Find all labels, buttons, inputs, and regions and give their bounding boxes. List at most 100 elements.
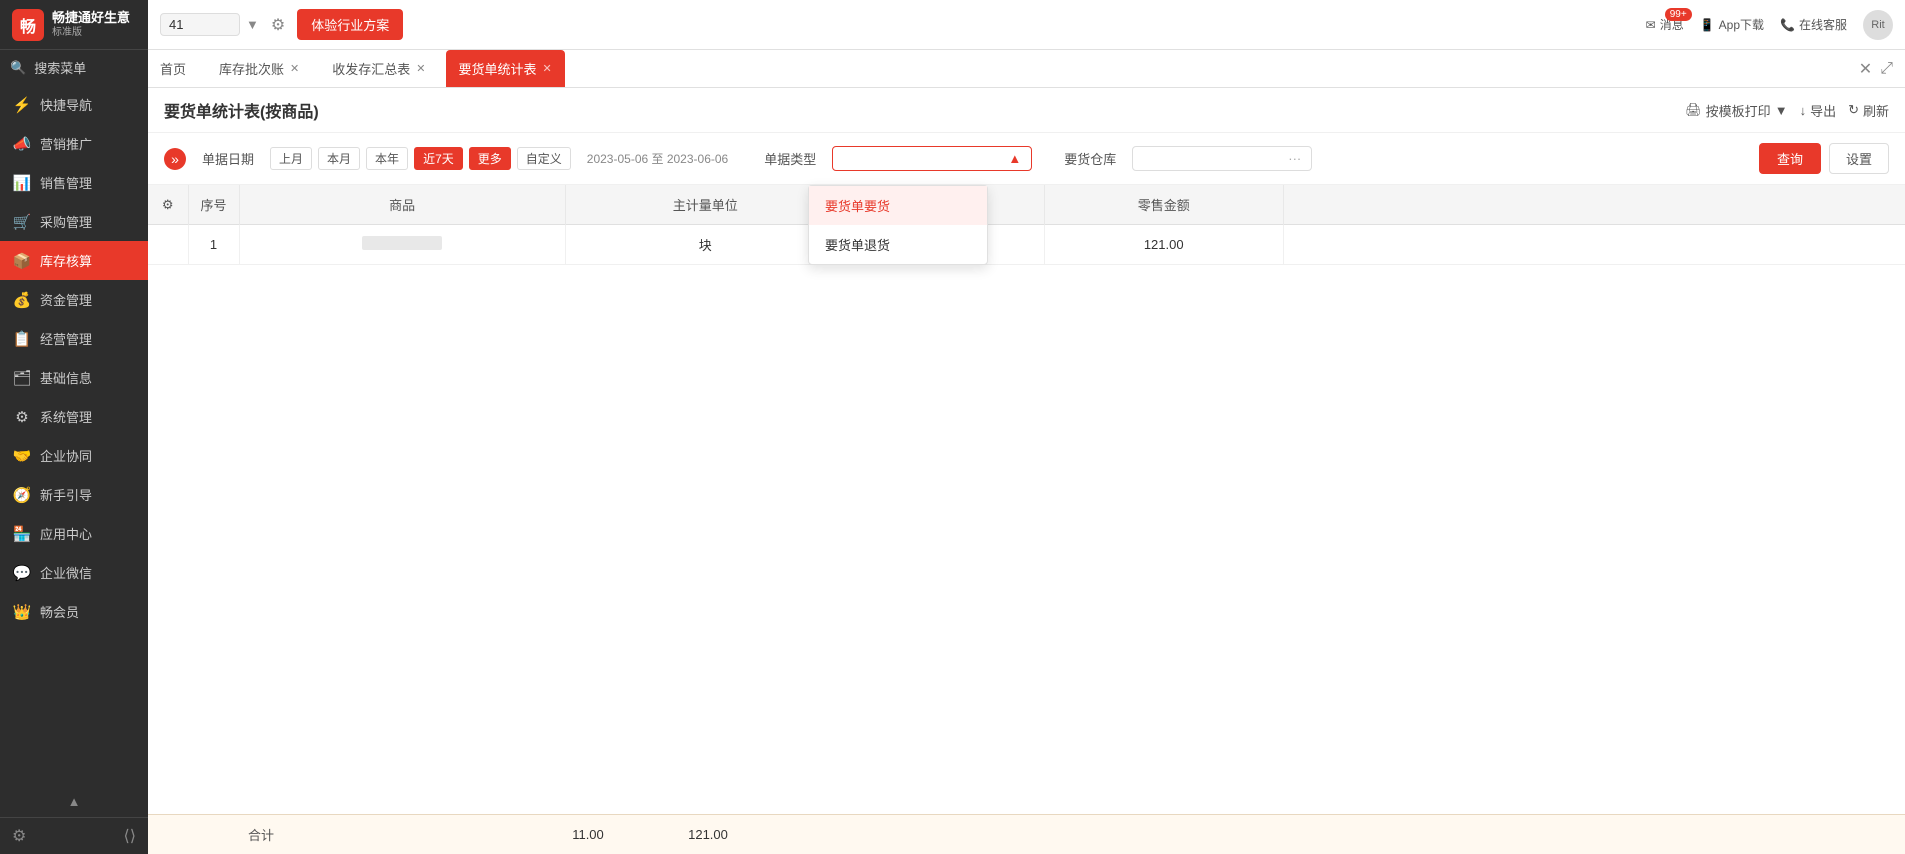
row-extra [1283, 225, 1905, 265]
app-logo: 畅 畅捷通好生意 标准版 [0, 0, 148, 50]
maximize-icon[interactable]: ⤢ [1880, 60, 1893, 78]
tab-input-area: 41 ▼ [160, 13, 259, 36]
tab-close-receive-summary[interactable]: ✕ [416, 62, 425, 75]
sidebar-item-wechat[interactable]: 💬 企业微信 [0, 553, 148, 592]
nav-icon-sales: 📊 [12, 174, 32, 192]
sidebar-item-operation[interactable]: 📋 经营管理 [0, 319, 148, 358]
tab-home[interactable]: 首页 [160, 50, 199, 87]
sidebar-item-shortcut[interactable]: ⚡ 快捷导航 [0, 85, 148, 124]
sidebar-item-member[interactable]: 👑 畅会员 [0, 592, 148, 631]
export-icon: ↓ [1800, 103, 1807, 118]
row-unit: 块 [565, 225, 845, 265]
nav-icon-operation: 📋 [12, 330, 32, 348]
table-footer: 合计 11.00 121.00 [148, 814, 1905, 854]
query-button[interactable]: 查询 [1759, 143, 1821, 174]
main-area: 41 ▼ ⚙ 体验行业方案 ✉ 消息 99+ 📱 App下载 📞 在线客服 Ri… [148, 0, 1905, 854]
sidebar-item-purchase[interactable]: 🛒 采购管理 [0, 202, 148, 241]
logo-icon: 畅 [12, 9, 44, 41]
refresh-btn[interactable]: ↻ 刷新 [1848, 101, 1889, 120]
col-no: 序号 [188, 185, 239, 225]
header-right: ✉ 消息 99+ 📱 App下载 📞 在线客服 Rit [1646, 10, 1893, 40]
page-content: 要货单统计表(按商品) 🖨 按模板打印 ▼ ↓ 导出 ↻ 刷新 [148, 88, 1905, 854]
table-header-row: ⚙ 序号 商品 主计量单位 主数量 零售金额 [148, 185, 1905, 225]
date-btn-this-year[interactable]: 本年 [366, 147, 408, 170]
col-gear[interactable]: ⚙ [148, 185, 188, 225]
tab-close-inventory-batch[interactable]: ✕ [290, 62, 299, 75]
dropdown-item-order[interactable]: 要货单要货 [809, 186, 987, 225]
online-service-btn[interactable]: 📞 在线客服 [1780, 16, 1847, 33]
product-placeholder [362, 236, 442, 250]
minimize-icon[interactable]: ✕ [1859, 59, 1872, 79]
filter-area: » 单据日期 上月 本月 本年 近7天 更多 自定义 2023-05-06 至 … [148, 133, 1905, 185]
tab-dropdown-icon[interactable]: ▼ [246, 17, 259, 32]
sidebar-item-basic[interactable]: 🗂 基础信息 [0, 358, 148, 397]
page-title: 要货单统计表(按商品) [164, 98, 319, 122]
table-body: 1 块 11.00 121.00 [148, 225, 1905, 265]
export-btn[interactable]: ↓ 导出 [1800, 101, 1837, 120]
date-range-display: 2023-05-06 至 2023-06-06 [587, 150, 728, 167]
row-amount: 121.00 [1044, 225, 1283, 265]
refresh-icon: ↻ [1848, 102, 1859, 118]
nav-icon-member: 👑 [12, 603, 32, 621]
col-amount: 零售金额 [1044, 185, 1283, 225]
type-select-arrow-icon: ▲ [1008, 151, 1021, 166]
date-btn-more[interactable]: 更多 [469, 147, 511, 170]
col-extra [1283, 185, 1905, 225]
nav-icon-finance: 💰 [12, 291, 32, 309]
trial-button[interactable]: 体验行业方案 [297, 9, 403, 40]
sidebar-item-system[interactable]: ⚙ 系统管理 [0, 397, 148, 436]
print-icon: 🖨 [1685, 102, 1702, 118]
date-btn-this-month[interactable]: 本月 [318, 147, 360, 170]
page-header: 要货单统计表(按商品) 🖨 按模板打印 ▼ ↓ 导出 ↻ 刷新 [148, 88, 1905, 133]
tab-order-stats[interactable]: 要货单统计表 ✕ [446, 50, 564, 87]
sidebar-item-sales[interactable]: 📊 销售管理 [0, 163, 148, 202]
sidebar-item-inventory[interactable]: 📦 库存核算 [0, 241, 148, 280]
filter-toggle-btn[interactable]: » [164, 148, 186, 170]
logo-text: 畅捷通好生意 标准版 [52, 10, 130, 40]
tab-inventory-batch[interactable]: 库存批次账 ✕ [207, 50, 312, 87]
date-btn-custom[interactable]: 自定义 [517, 147, 571, 170]
date-btn-recent7[interactable]: 近7天 [414, 147, 463, 170]
sidebar-item-finance[interactable]: 💰 资金管理 [0, 280, 148, 319]
sidebar-collapse-btn[interactable]: ▲ [0, 786, 148, 817]
row-product [239, 225, 565, 265]
date-btn-last-month[interactable]: 上月 [270, 147, 312, 170]
app-download-btn[interactable]: 📱 App下载 [1700, 16, 1764, 33]
nav-icon-marketing: 📣 [12, 135, 32, 153]
warehouse-input[interactable]: ··· [1132, 146, 1312, 171]
tab-number-input[interactable]: 41 [160, 13, 240, 36]
sidebar-item-enterprise[interactable]: 🤝 企业协同 [0, 436, 148, 475]
type-label: 单据类型 [764, 149, 816, 168]
dropdown-item-return[interactable]: 要货单退货 [809, 225, 987, 264]
sidebar-item-guide[interactable]: 🧭 新手引导 [0, 475, 148, 514]
nav-icon-guide: 🧭 [12, 486, 32, 504]
row-gear [148, 225, 188, 265]
nav-icon-shortcut: ⚡ [12, 96, 32, 114]
sidebar-item-appstore[interactable]: 🏪 应用中心 [0, 514, 148, 553]
tab-receive-summary[interactable]: 收发存汇总表 ✕ [320, 50, 438, 87]
messages-btn[interactable]: ✉ 消息 99+ [1646, 16, 1684, 33]
search-menu[interactable]: 🔍 搜索菜单 [0, 50, 148, 85]
nav-icon-system: ⚙ [12, 408, 32, 426]
warehouse-more-icon: ··· [1288, 151, 1301, 166]
message-icon: ✉ [1646, 18, 1656, 32]
nav-icon-appstore: 🏪 [12, 525, 32, 543]
type-select[interactable]: ▲ [832, 146, 1032, 171]
search-icon: 🔍 [10, 60, 26, 76]
tabs-bar: 首页 库存批次账 ✕ 收发存汇总表 ✕ 要货单统计表 ✕ ✕ ⤢ [148, 50, 1905, 88]
app-icon: 📱 [1700, 18, 1715, 32]
print-template-btn[interactable]: 🖨 按模板打印 ▼ [1685, 101, 1787, 120]
tab-close-order-stats[interactable]: ✕ [543, 62, 552, 75]
user-avatar[interactable]: Rit [1863, 10, 1893, 40]
header-gear-icon[interactable]: ⚙ [271, 15, 285, 35]
warehouse-label: 要货仓库 [1064, 149, 1116, 168]
sidebar-item-marketing[interactable]: 📣 营销推广 [0, 124, 148, 163]
settings-icon[interactable]: ⚙ [12, 826, 26, 846]
date-label: 单据日期 [202, 149, 254, 168]
table-row: 1 块 11.00 121.00 [148, 225, 1905, 265]
col-unit: 主计量单位 [565, 185, 845, 225]
footer-amount: 121.00 [648, 827, 768, 842]
set-button[interactable]: 设置 [1829, 143, 1889, 174]
collapse-icon[interactable]: ⟨⟩ [124, 826, 136, 846]
nav-icon-basic: 🗂 [12, 369, 32, 387]
